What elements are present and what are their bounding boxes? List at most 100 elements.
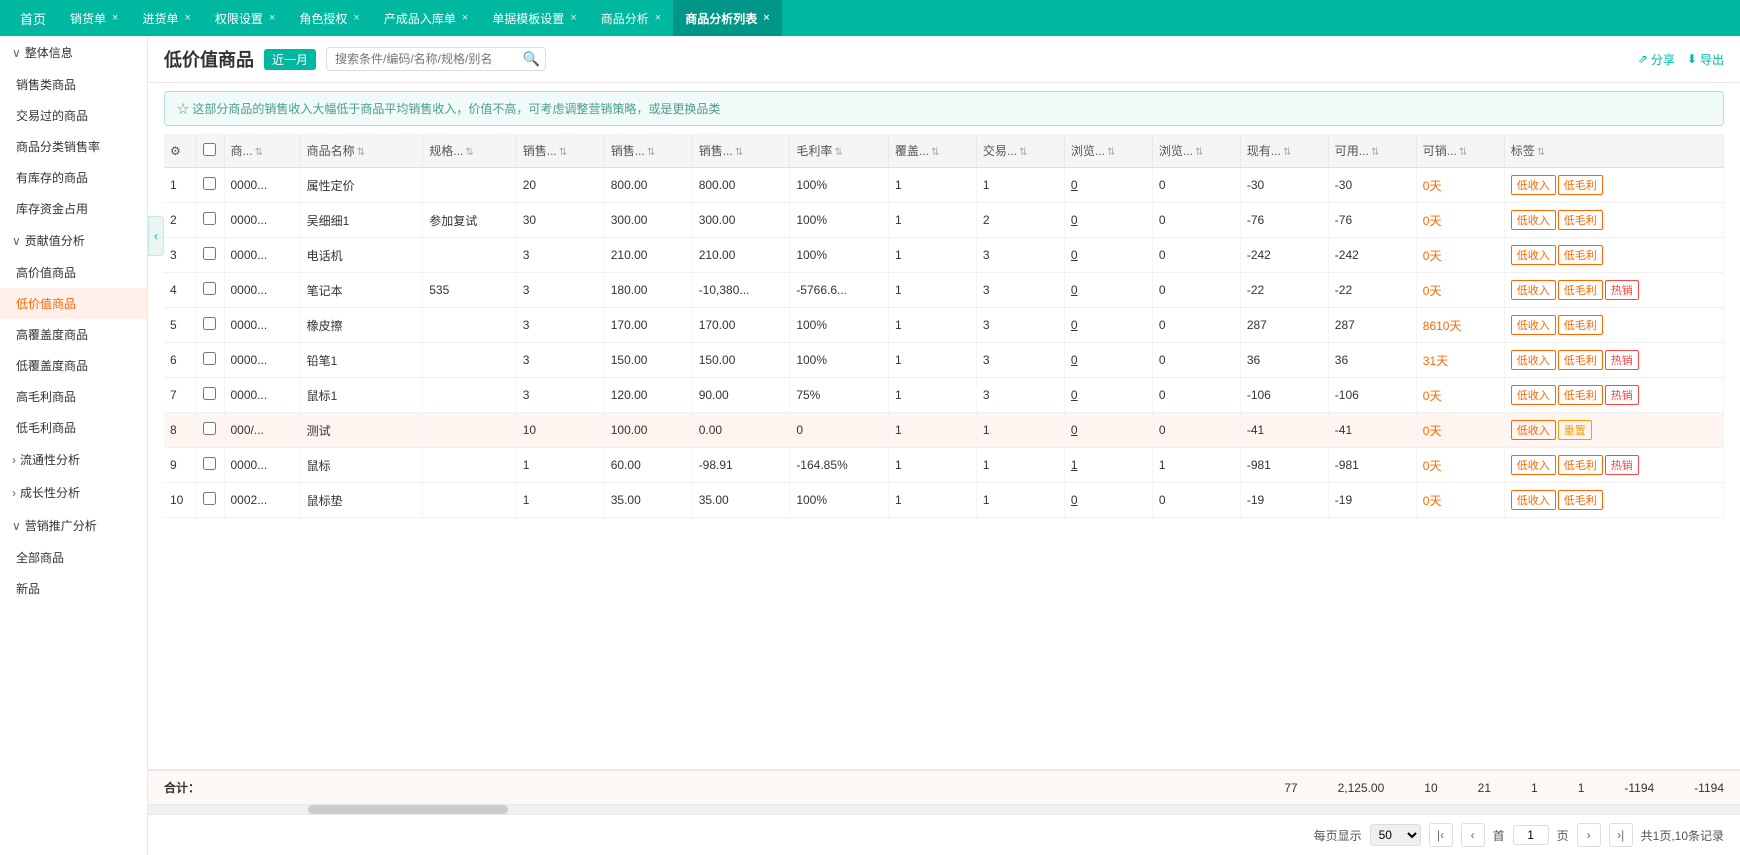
sidebar-group-overall[interactable]: ∨ 整体信息 — [0, 36, 147, 69]
per-page-select[interactable]: 50 100 — [1370, 824, 1421, 846]
row-view1[interactable]: 0 — [1064, 483, 1152, 518]
col-sale-count[interactable]: 销售...⇅ — [516, 134, 604, 168]
row-view1[interactable]: 0 — [1064, 413, 1152, 448]
nav-product-analysis[interactable]: 商品分析 × — [589, 0, 673, 36]
scrollbar-thumb[interactable] — [308, 805, 508, 814]
row-checkbox[interactable] — [196, 203, 224, 238]
nav-role-auth[interactable]: 角色授权 × — [287, 0, 371, 36]
row-checkbox[interactable] — [196, 378, 224, 413]
row-name[interactable]: 吴细细1 — [300, 203, 423, 238]
row-checkbox[interactable] — [196, 448, 224, 483]
row-checkbox[interactable] — [196, 168, 224, 203]
view1-link[interactable]: 0 — [1071, 283, 1078, 297]
row-name[interactable]: 鼠标 — [300, 448, 423, 483]
row-check[interactable] — [203, 352, 216, 365]
row-name[interactable]: 测试 — [300, 413, 423, 448]
row-name[interactable]: 电话机 — [300, 238, 423, 273]
row-view1[interactable]: 0 — [1064, 203, 1152, 238]
prev-page-btn[interactable]: ‹ — [1461, 823, 1485, 847]
scrollbar-area[interactable] — [148, 804, 1740, 814]
row-checkbox[interactable] — [196, 308, 224, 343]
col-sale-amount[interactable]: 销售...⇅ — [604, 134, 692, 168]
col-current[interactable]: 现有...⇅ — [1240, 134, 1328, 168]
sidebar-item-all-products[interactable]: 全部商品 — [0, 542, 147, 573]
row-check[interactable] — [203, 387, 216, 400]
row-view1[interactable]: 0 — [1064, 343, 1152, 378]
sidebar-group-growth[interactable]: › 成长性分析 — [0, 476, 147, 509]
row-view1[interactable]: 1 — [1064, 448, 1152, 483]
row-check[interactable] — [203, 317, 216, 330]
row-name[interactable]: 属性定价 — [300, 168, 423, 203]
view1-link[interactable]: 0 — [1071, 353, 1078, 367]
col-margin[interactable]: 毛利率⇅ — [790, 134, 889, 168]
col-trade[interactable]: 交易...⇅ — [976, 134, 1064, 168]
export-btn[interactable]: ⬇ 导出 — [1687, 51, 1724, 68]
row-view1[interactable]: 0 — [1064, 378, 1152, 413]
nav-close-purchase[interactable]: × — [184, 12, 190, 24]
col-available[interactable]: 可用...⇅ — [1328, 134, 1416, 168]
row-checkbox[interactable] — [196, 273, 224, 308]
row-checkbox[interactable] — [196, 483, 224, 518]
col-checkbox[interactable] — [196, 134, 224, 168]
sidebar-item-high-margin[interactable]: 高毛利商品 — [0, 381, 147, 412]
col-view1[interactable]: 浏览...⇅ — [1064, 134, 1152, 168]
row-check[interactable] — [203, 422, 216, 435]
date-tag[interactable]: 近一月 — [264, 49, 316, 70]
sidebar-item-traded-products[interactable]: 交易过的商品 — [0, 100, 147, 131]
share-btn[interactable]: ⇗ 分享 — [1638, 51, 1675, 68]
row-name[interactable]: 鼠标垫 — [300, 483, 423, 518]
sidebar-item-inventory-funds[interactable]: 库存资金占用 — [0, 193, 147, 224]
nav-product-analysis-list[interactable]: 商品分析列表 × — [673, 0, 781, 36]
nav-product-warehouse[interactable]: 产成品入库单 × — [372, 0, 480, 36]
sidebar-item-low-margin[interactable]: 低毛利商品 — [0, 412, 147, 443]
nav-close-template[interactable]: × — [570, 12, 576, 24]
row-checkbox[interactable] — [196, 238, 224, 273]
first-page-btn[interactable]: |‹ — [1429, 823, 1453, 847]
search-icon[interactable]: 🔍 — [523, 51, 540, 68]
sidebar-item-category-sales-rate[interactable]: 商品分类销售率 — [0, 131, 147, 162]
nav-close-analysis[interactable]: × — [655, 12, 661, 24]
sidebar-item-sales-products[interactable]: 销售类商品 — [0, 69, 147, 100]
sidebar-item-high-coverage[interactable]: 高覆盖度商品 — [0, 319, 147, 350]
col-tags[interactable]: 标签⇅ — [1504, 134, 1723, 168]
col-spec[interactable]: 规格...⇅ — [423, 134, 517, 168]
nav-template-settings[interactable]: 单据模板设置 × — [480, 0, 588, 36]
view1-link[interactable]: 0 — [1071, 318, 1078, 332]
search-input[interactable] — [326, 47, 546, 71]
row-name[interactable]: 笔记本 — [300, 273, 423, 308]
nav-permissions[interactable]: 权限设置 × — [203, 0, 287, 36]
col-view2[interactable]: 浏览...⇅ — [1152, 134, 1240, 168]
row-check[interactable] — [203, 282, 216, 295]
nav-close-sales[interactable]: × — [112, 12, 118, 24]
sidebar-item-low-coverage[interactable]: 低覆盖度商品 — [0, 350, 147, 381]
last-page-btn[interactable]: ›| — [1609, 823, 1633, 847]
row-check[interactable] — [203, 212, 216, 225]
sidebar-collapse-btn[interactable]: ‹ — [148, 216, 164, 256]
row-name[interactable]: 鼠标1 — [300, 378, 423, 413]
sidebar-group-contribution[interactable]: ∨ 贡献值分析 — [0, 224, 147, 257]
view1-link[interactable]: 0 — [1071, 493, 1078, 507]
nav-home[interactable]: 首页 — [8, 0, 58, 36]
sidebar-item-new-products[interactable]: 新品 — [0, 573, 147, 604]
select-all-checkbox[interactable] — [203, 143, 216, 156]
row-view1[interactable]: 0 — [1064, 308, 1152, 343]
view1-link[interactable]: 0 — [1071, 388, 1078, 402]
nav-close-permissions[interactable]: × — [269, 12, 275, 24]
row-check[interactable] — [203, 177, 216, 190]
col-settings[interactable]: ⚙ — [164, 134, 196, 168]
col-coverage[interactable]: 覆盖...⇅ — [888, 134, 976, 168]
sidebar-item-in-stock[interactable]: 有库存的商品 — [0, 162, 147, 193]
nav-close-role[interactable]: × — [353, 12, 359, 24]
row-check[interactable] — [203, 457, 216, 470]
row-check[interactable] — [203, 492, 216, 505]
sidebar-group-marketing[interactable]: ∨ 营销推广分析 — [0, 509, 147, 542]
sidebar-group-liquidity[interactable]: › 流通性分析 — [0, 443, 147, 476]
row-checkbox[interactable] — [196, 413, 224, 448]
view1-link[interactable]: 0 — [1071, 178, 1078, 192]
sidebar-item-low-value[interactable]: 低价值商品 — [0, 288, 147, 319]
col-sellable[interactable]: 可销...⇅ — [1416, 134, 1504, 168]
nav-sales-order[interactable]: 销货单 × — [58, 0, 130, 36]
nav-close-analysis-list[interactable]: × — [763, 12, 769, 24]
view1-link[interactable]: 0 — [1071, 213, 1078, 227]
col-sale-price[interactable]: 销售...⇅ — [692, 134, 790, 168]
